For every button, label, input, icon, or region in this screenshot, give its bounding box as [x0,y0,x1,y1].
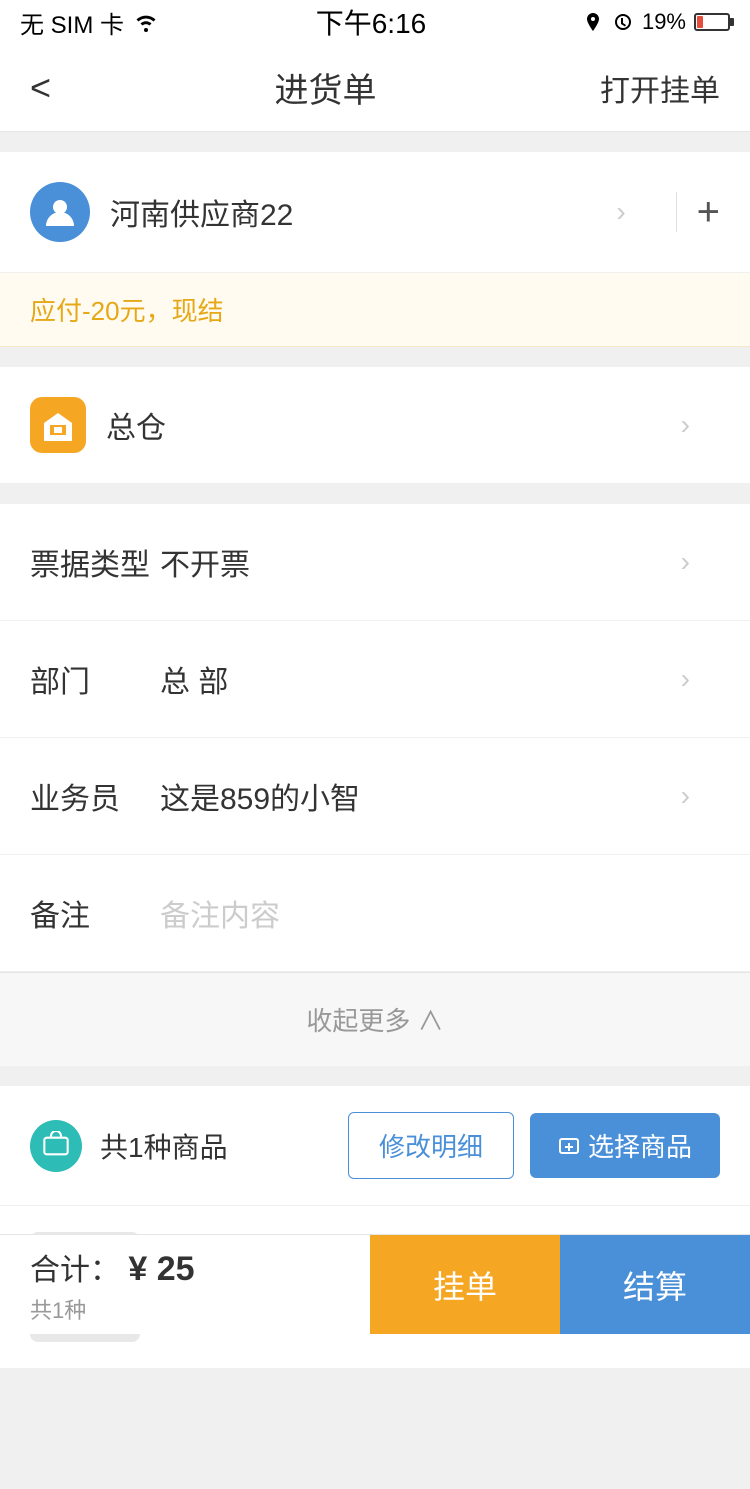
select-product-label: 选择商品 [588,1127,692,1164]
ticket-type-value: 不开票 [160,540,681,584]
gap-5 [0,1369,750,1389]
gap-1 [0,132,750,152]
status-right: 19% [582,9,730,35]
collapse-button[interactable]: 收起更多 ∧ [0,972,750,1066]
nav-bar: < 进货单 打开挂单 [0,44,750,132]
warehouse-label: 总仓 [106,403,681,447]
open-pending-button[interactable]: 打开挂单 [600,66,720,110]
supplier-row[interactable]: 河南供应商22 › + [0,152,750,273]
user-icon [42,194,78,230]
status-bar: 无 SIM 卡 下午6:16 19% [0,0,750,44]
salesperson-label: 业务员 [30,774,160,818]
ticket-chevron-icon: › [681,546,690,578]
time-label: 下午6:16 [316,2,427,42]
remark-label: 备注 [30,891,160,935]
warehouse-row[interactable]: 总仓 › [0,367,750,484]
department-value: 总 部 [160,657,681,701]
remark-row[interactable]: 备注 备注内容 [0,855,750,972]
total-section: 合计： ¥ 25 共1种 [0,1235,370,1334]
location-icon [582,11,604,33]
supplier-name: 河南供应商22 [110,190,616,234]
product-icon-bg [30,1120,82,1172]
product-header: 共1种商品 修改明细 选择商品 [0,1086,750,1206]
bottom-bar: 合计： ¥ 25 共1种 挂单 结算 [0,1234,750,1334]
salesperson-row[interactable]: 业务员 这是859的小智 › [0,738,750,855]
settle-button[interactable]: 结算 [560,1235,750,1334]
wifi-icon [132,12,160,32]
department-chevron-icon: › [681,663,690,695]
warehouse-icon-bg [30,397,86,453]
status-left: 无 SIM 卡 [20,5,160,40]
battery-label: 19% [642,9,686,35]
salesperson-value: 这是859的小智 [160,774,681,818]
gap-4 [0,1066,750,1086]
battery-icon [694,13,730,31]
ticket-type-label: 票据类型 [30,540,160,584]
warehouse-icon [42,409,74,441]
salesperson-chevron-icon: › [681,780,690,812]
department-label: 部门 [30,657,160,701]
total-amount: ¥ 25 [128,1250,194,1288]
divider [676,192,677,232]
cart-icon [41,1131,71,1161]
supplier-chevron-icon: › [616,196,625,228]
select-product-button[interactable]: 选择商品 [530,1113,720,1178]
department-row[interactable]: 部门 总 部 › [0,621,750,738]
supplier-alert: 应付-20元，现结 [0,273,750,347]
select-product-icon [558,1135,580,1157]
form-section: 票据类型 不开票 › 部门 总 部 › 业务员 这是859的小智 › 备注 备注… [0,504,750,972]
page-title: 进货单 [275,63,377,112]
ticket-type-row[interactable]: 票据类型 不开票 › [0,504,750,621]
total-sub: 共1种 [30,1293,340,1325]
alarm-icon [612,11,634,33]
gap-3 [0,484,750,504]
hang-button[interactable]: 挂单 [370,1235,560,1334]
edit-detail-button[interactable]: 修改明细 [348,1112,514,1179]
remark-placeholder: 备注内容 [160,891,720,935]
gap-2 [0,347,750,367]
warehouse-section: 总仓 › [0,367,750,484]
warehouse-chevron-icon: › [681,409,690,441]
add-supplier-button[interactable]: + [697,192,720,232]
supplier-avatar [30,182,90,242]
product-count-label: 共1种商品 [100,1126,348,1166]
total-label: 合计： [30,1254,120,1287]
total-row: 合计： ¥ 25 [30,1245,340,1289]
back-button[interactable]: < [30,67,51,109]
supplier-section: 河南供应商22 › + 应付-20元，现结 [0,152,750,347]
carrier-label: 无 SIM 卡 [20,5,124,40]
